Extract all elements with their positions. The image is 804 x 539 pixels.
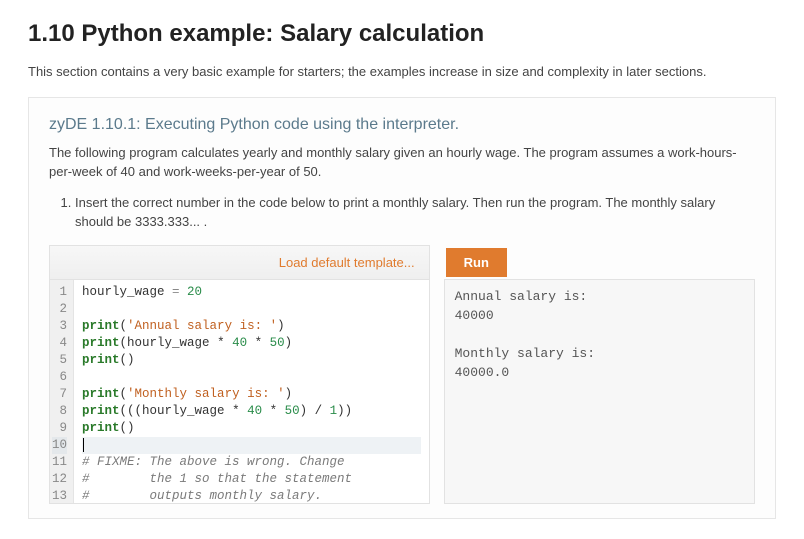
line-gutter: 123456789101112131415	[50, 280, 74, 503]
intro-text: This section contains a very basic examp…	[28, 64, 776, 79]
code-area[interactable]: hourly_wage = 20 print('Annual salary is…	[74, 280, 429, 503]
step-list: Insert the correct number in the code be…	[75, 194, 755, 232]
page-title: 1.10 Python example: Salary calculation	[28, 20, 776, 48]
code-editor[interactable]: 123456789101112131415 hourly_wage = 20 p…	[49, 279, 430, 504]
step-item: Insert the correct number in the code be…	[75, 194, 755, 232]
output-toolbar: Run	[444, 245, 755, 279]
output-panel: Run Annual salary is: 40000 Monthly sala…	[444, 245, 755, 504]
load-template-link[interactable]: Load default template...	[279, 255, 415, 270]
run-button[interactable]: Run	[446, 248, 507, 277]
exercise-card: zyDE 1.10.1: Executing Python code using…	[28, 97, 776, 519]
editor-toolbar: Load default template...	[49, 245, 430, 279]
output-console: Annual salary is: 40000 Monthly salary i…	[444, 279, 755, 504]
editor-panel: Load default template... 123456789101112…	[49, 245, 430, 504]
card-title: zyDE 1.10.1: Executing Python code using…	[49, 116, 755, 134]
card-description: The following program calculates yearly …	[49, 144, 755, 182]
